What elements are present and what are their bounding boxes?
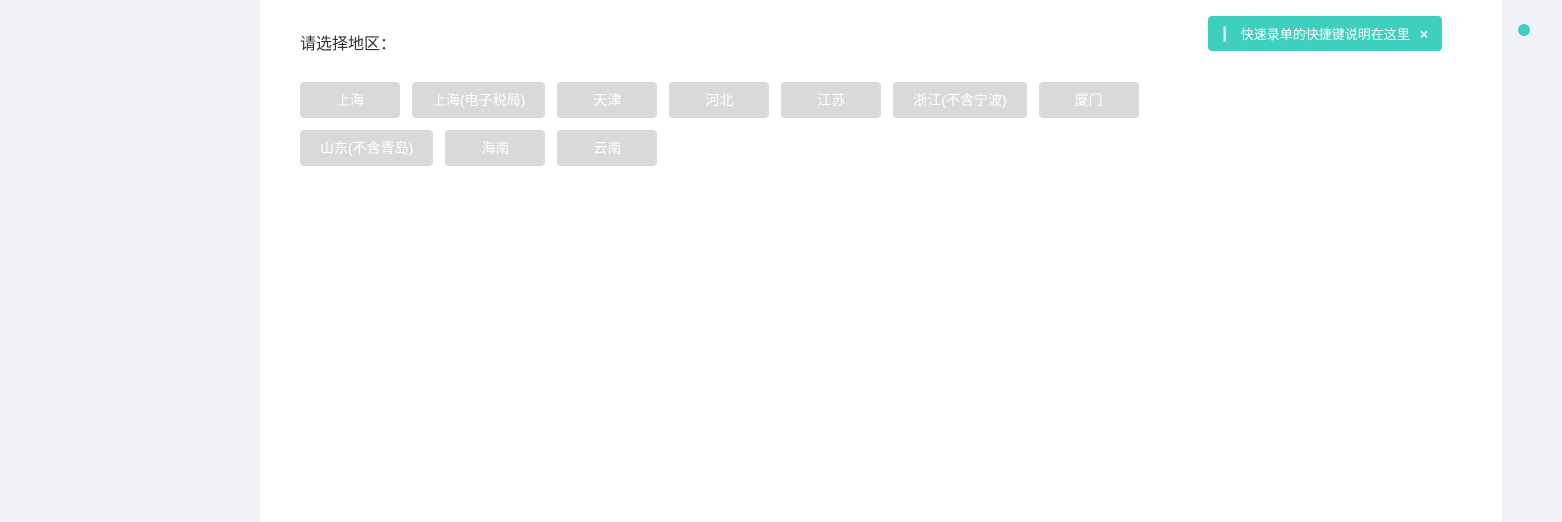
region-btn-shanghai-etax[interactable]: 上海(电子税局) xyxy=(412,82,545,118)
region-btn-shandong[interactable]: 山东(不含青岛) xyxy=(300,130,433,166)
sidebar xyxy=(0,0,260,522)
region-btn-yunnan[interactable]: 云南 xyxy=(557,130,657,166)
region-btn-tianjin[interactable]: 天津 xyxy=(557,82,657,118)
region-btn-zhejiang[interactable]: 浙江(不含宁波) xyxy=(893,82,1026,118)
right-panel xyxy=(1502,0,1562,522)
region-btn-xiamen[interactable]: 厦门 xyxy=(1039,82,1139,118)
region-btn-shanghai[interactable]: 上海 xyxy=(300,82,400,118)
tooltip-indicator-dot xyxy=(1518,24,1530,36)
main-content: 快速录单的快捷键说明在这里 × 请选择地区： 上海 上海(电子税局) 天津 河北… xyxy=(260,0,1502,522)
tooltip-close-button[interactable]: × xyxy=(1420,26,1428,42)
region-btn-hainan[interactable]: 海南 xyxy=(445,130,545,166)
region-button-group: 上海 上海(电子税局) 天津 河北 江苏 浙江(不含宁波) 厦门 山东(不含青岛… xyxy=(300,82,1462,166)
tooltip-bar[interactable]: 快速录单的快捷键说明在这里 × xyxy=(1208,16,1442,51)
region-btn-hebei[interactable]: 河北 xyxy=(669,82,769,118)
region-btn-jiangsu[interactable]: 江苏 xyxy=(781,82,881,118)
tooltip-text: 快速录单的快捷键说明在这里 xyxy=(1241,24,1410,43)
